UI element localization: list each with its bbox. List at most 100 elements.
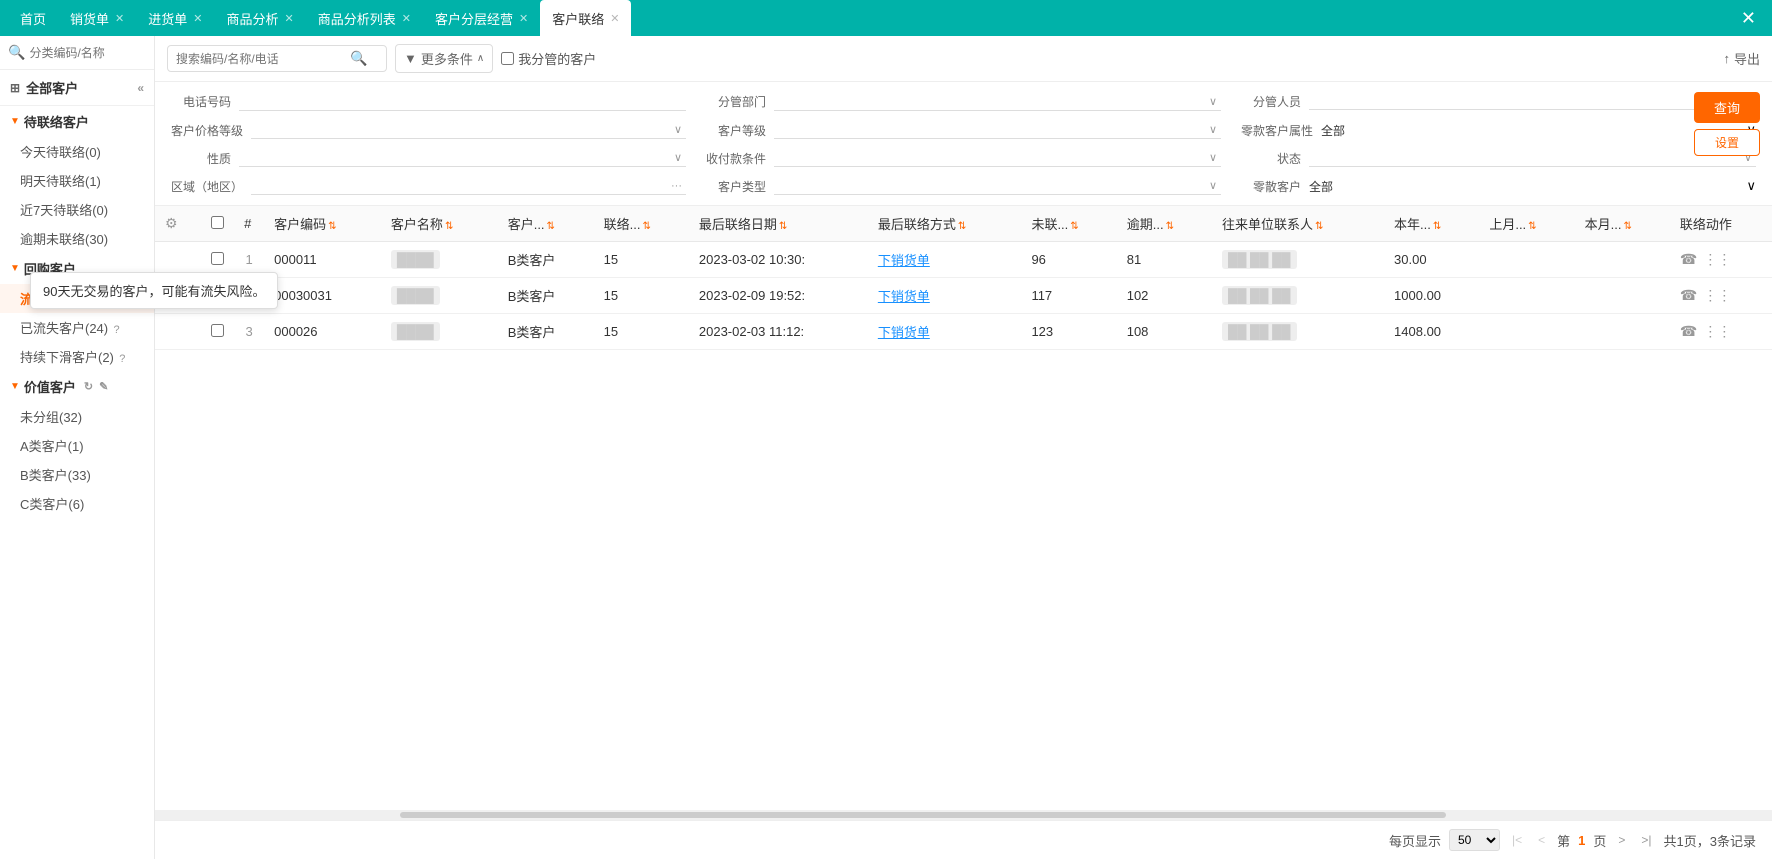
filter-gender: 性质 ∨ [171, 149, 686, 167]
cell-action-2: ☎ ⋮⋮ [1670, 314, 1772, 350]
filter-dept: 分管部门 ∨ [706, 92, 1221, 111]
close-tab-analysis[interactable]: ✕ [285, 12, 294, 25]
cell-action-0: ☎ ⋮⋮ [1670, 242, 1772, 278]
sidebar-item-tomorrow[interactable]: 明天待联络(1) [0, 166, 154, 195]
th-code[interactable]: 客户编码⇅ [264, 206, 381, 242]
main-layout: 🔍 ⊞ 全部客户 « ▼ 待联络客户 今天待联络(0) 明天待联络(1) 近7天… [0, 36, 1772, 859]
th-settings[interactable]: ⚙ [155, 206, 201, 242]
main-search-input[interactable] [176, 52, 346, 66]
arrow-value: ▼ [10, 381, 20, 392]
close-tab-customer-seg[interactable]: ✕ [519, 12, 528, 25]
th-overdue[interactable]: 逾期...⇅ [1117, 206, 1212, 242]
sidebar-item-7days[interactable]: 近7天待联络(0) [0, 195, 154, 224]
sidebar-item-today[interactable]: 今天待联络(0) [0, 137, 154, 166]
cell-code-2: 000026 [264, 314, 381, 350]
th-this-month[interactable]: 本月...⇅ [1575, 206, 1670, 242]
tab-analysis[interactable]: 商品分析 ✕ [214, 0, 305, 36]
close-window-btn[interactable]: ✕ [1733, 8, 1764, 29]
sort-last-way: ⇅ [958, 221, 966, 232]
sidebar-item-c-class[interactable]: C类客户(6) [0, 489, 154, 518]
table-footer: 每页显示 50 100 200 |< < 第 1 页 > >| 共1页，3条记录 [155, 820, 1772, 859]
row-checkbox-0[interactable] [211, 252, 224, 265]
action-more-1[interactable]: ⋮⋮ [1703, 287, 1731, 304]
gender-select[interactable]: ∨ [239, 149, 686, 167]
th-action: 联络动作 [1670, 206, 1772, 242]
action-more-2[interactable]: ⋮⋮ [1703, 323, 1731, 340]
th-contact[interactable]: 联络...⇅ [594, 206, 689, 242]
th-last-date[interactable]: 最后联络日期⇅ [689, 206, 868, 242]
select-all-checkbox[interactable] [211, 216, 224, 229]
prev-page-btn[interactable]: < [1534, 831, 1549, 849]
sidebar-item-b-class[interactable]: B类客户(33) [0, 460, 154, 489]
main-search-icon[interactable]: 🔍 [350, 50, 367, 67]
customer-table: ⚙ # 客户编码⇅ 客户名称⇅ 客户...⇅ 联络...⇅ 最后联络日期⇅ 最后… [155, 206, 1772, 350]
more-filter-btn[interactable]: ▼ 更多条件 ∧ [395, 44, 493, 73]
edit-icon[interactable]: ✎ [99, 380, 108, 393]
refresh-icon[interactable]: ↻ [84, 380, 93, 393]
close-tab-analysis-list[interactable]: ✕ [402, 12, 411, 25]
tab-customer-contact[interactable]: 客户联络 ✕ [540, 0, 631, 36]
sidebar: 🔍 ⊞ 全部客户 « ▼ 待联络客户 今天待联络(0) 明天待联络(1) 近7天… [0, 36, 155, 859]
sidebar-item-overdue[interactable]: 逾期未联络(30) [0, 224, 154, 253]
filter-panel: 电话号码 分管部门 ∨ 分管人员 ··· 客户价格等级 [155, 82, 1772, 206]
action-contact-1[interactable]: ☎ [1680, 287, 1697, 304]
tab-sales[interactable]: 销货单 ✕ [58, 0, 136, 36]
dept-select[interactable]: ∨ [774, 93, 1221, 111]
sidebar-item-lost[interactable]: 已流失客户(24) ? [0, 313, 154, 342]
next-page-btn[interactable]: > [1614, 831, 1629, 849]
tab-analysis-list[interactable]: 商品分析列表 ✕ [306, 0, 423, 36]
person-select[interactable]: ··· [1309, 93, 1756, 110]
price-level-select[interactable]: ∨ [251, 121, 686, 139]
tab-customer-seg[interactable]: 客户分层经营 ✕ [423, 0, 540, 36]
sidebar-group-pending[interactable]: ▼ 待联络客户 [0, 106, 154, 137]
filter-status: 状态 ∨ [1241, 149, 1756, 167]
customer-level-select[interactable]: ∨ [774, 121, 1221, 139]
settings-filter-btn[interactable]: 设置 [1694, 129, 1760, 156]
cell-this-year-1: 1000.00 [1384, 278, 1479, 314]
last-page-btn[interactable]: >| [1637, 831, 1655, 849]
th-this-year[interactable]: 本年...⇅ [1384, 206, 1479, 242]
close-tab-sales[interactable]: ✕ [115, 12, 124, 25]
customer-type-select[interactable]: ∨ [774, 177, 1221, 195]
cell-last-way-2[interactable]: 下销货单 [868, 314, 1022, 350]
cell-last-way-0[interactable]: 下销货单 [868, 242, 1022, 278]
sidebar-group-value[interactable]: ▼ 价值客户 ↻ ✎ [0, 371, 154, 402]
sidebar-all-customers[interactable]: ⊞ 全部客户 « [0, 70, 154, 106]
sidebar-item-declining[interactable]: 持续下滑客户(2) ? [0, 342, 154, 371]
sort-name: ⇅ [445, 221, 453, 232]
export-btn[interactable]: ↑ 导出 [1723, 49, 1760, 68]
gender-chevron: ∨ [674, 151, 682, 164]
customer-type-chevron: ∨ [1209, 179, 1217, 192]
cell-overdue-0: 81 [1117, 242, 1212, 278]
settings-gear-icon[interactable]: ⚙ [165, 215, 178, 231]
sidebar-search-input[interactable] [29, 46, 155, 60]
query-btn[interactable]: 查询 [1694, 92, 1760, 123]
cell-uncontacted-2: 123 [1021, 314, 1116, 350]
first-page-btn[interactable]: |< [1508, 831, 1526, 849]
th-last-way[interactable]: 最后联络方式⇅ [868, 206, 1022, 242]
th-partner[interactable]: 往来单位联系人⇅ [1212, 206, 1384, 242]
tab-home[interactable]: 首页 [8, 0, 58, 36]
row-checkbox-2[interactable] [211, 324, 224, 337]
th-name[interactable]: 客户名称⇅ [381, 206, 498, 242]
status-select[interactable]: ∨ [1309, 149, 1756, 167]
phone-input[interactable] [239, 92, 686, 111]
page-size-select[interactable]: 50 100 200 [1449, 829, 1500, 851]
my-customers-checkbox[interactable] [501, 52, 514, 65]
sidebar-item-ungrouped[interactable]: 未分组(32) [0, 402, 154, 431]
close-tab-purchase[interactable]: ✕ [193, 12, 202, 25]
th-uncontacted[interactable]: 未联...⇅ [1021, 206, 1116, 242]
sidebar-item-a-class[interactable]: A类客户(1) [0, 431, 154, 460]
horizontal-scrollbar[interactable] [155, 810, 1772, 820]
th-last-month[interactable]: 上月...⇅ [1479, 206, 1574, 242]
close-tab-customer-contact[interactable]: ✕ [610, 12, 619, 25]
region-select[interactable]: ··· [251, 178, 686, 195]
payment-select[interactable]: ∨ [774, 149, 1221, 167]
cell-last-way-1[interactable]: 下销货单 [868, 278, 1022, 314]
arrow-pending: ▼ [10, 116, 20, 127]
action-contact-2[interactable]: ☎ [1680, 323, 1697, 340]
tab-purchase[interactable]: 进货单 ✕ [136, 0, 214, 36]
action-more-0[interactable]: ⋮⋮ [1703, 251, 1731, 268]
action-contact-0[interactable]: ☎ [1680, 251, 1697, 268]
th-type[interactable]: 客户...⇅ [498, 206, 594, 242]
